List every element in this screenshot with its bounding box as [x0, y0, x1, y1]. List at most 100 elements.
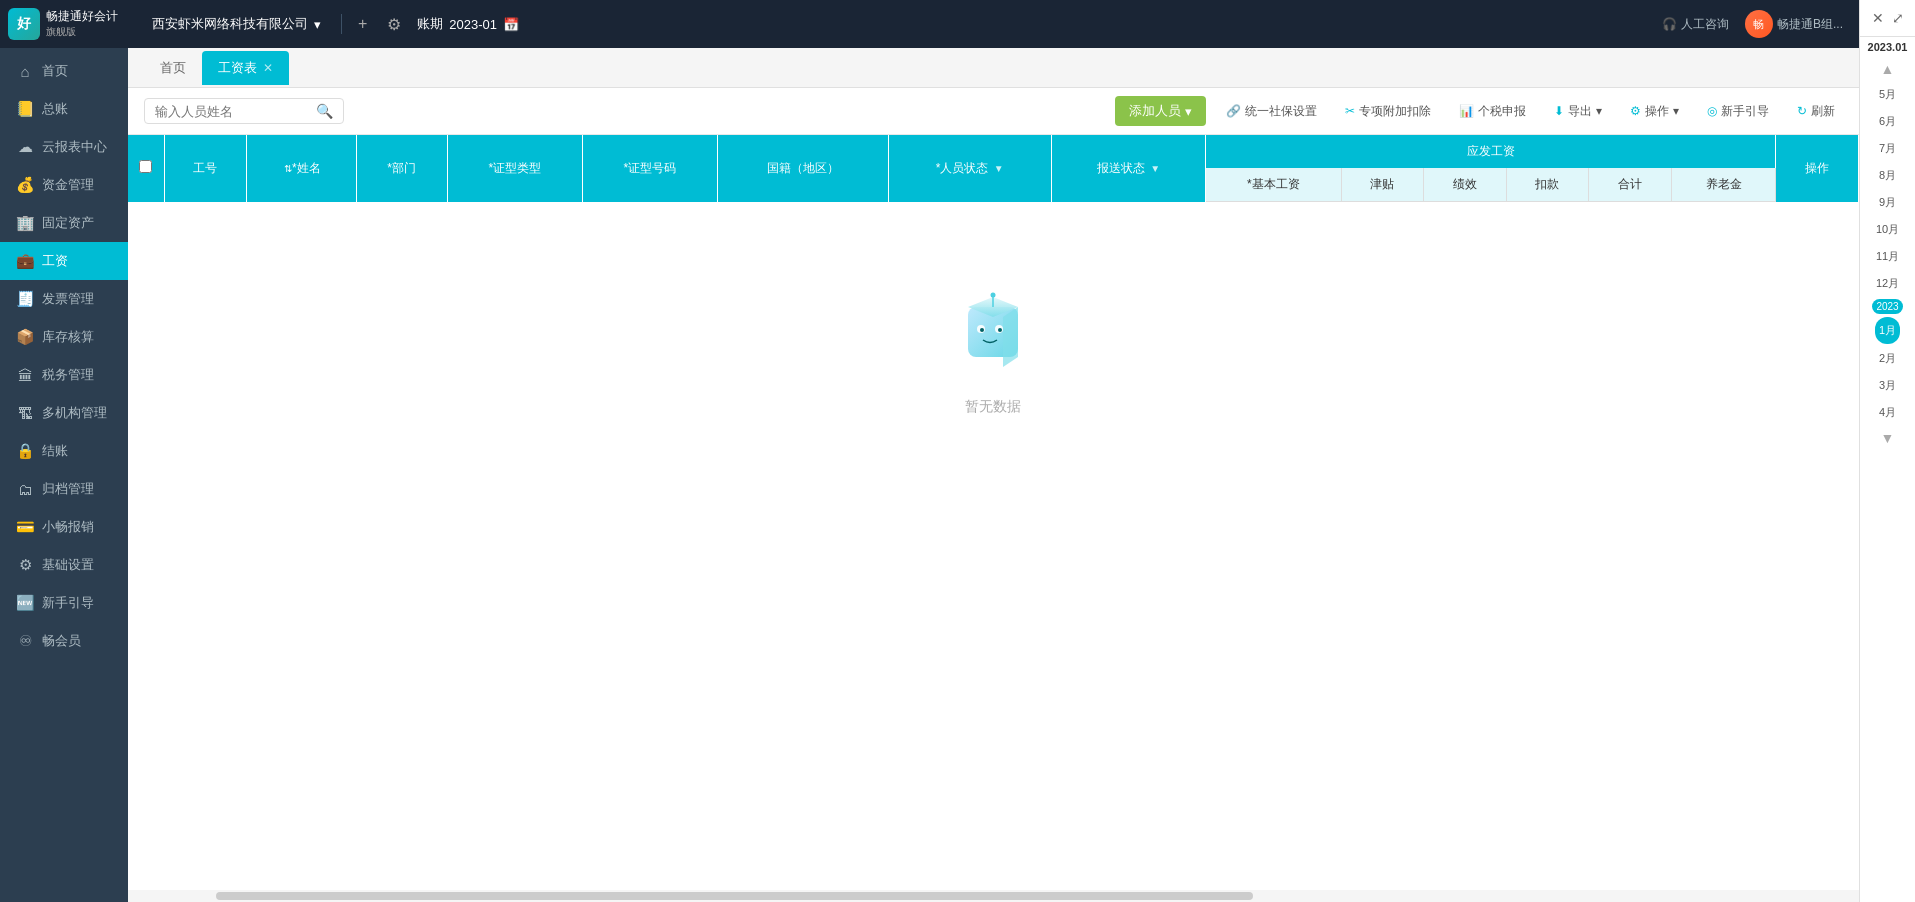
operation-dropdown-icon: ▾	[1673, 104, 1679, 118]
add-person-dropdown-icon: ▾	[1185, 104, 1192, 119]
month-6[interactable]: 6月	[1860, 108, 1915, 135]
service-label: 人工咨询	[1681, 16, 1729, 33]
horizontal-scrollbar[interactable]	[128, 890, 1859, 902]
table-header-checkbox[interactable]	[128, 135, 164, 202]
topbar-right: 🎧 人工咨询 畅 畅捷通B组...	[1662, 10, 1843, 38]
tab-payroll-close[interactable]: ✕	[263, 61, 273, 75]
period-label: 账期	[417, 15, 443, 33]
invoice-icon: 🧾	[16, 290, 34, 308]
sidebar-item-home[interactable]: ⌂ 首页	[0, 52, 128, 90]
user-profile[interactable]: 畅 畅捷通B组...	[1745, 10, 1843, 38]
operation-button[interactable]: ⚙ 操作 ▾	[1622, 99, 1687, 124]
table-subheader-pension: 养老金	[1671, 168, 1776, 202]
month-9[interactable]: 9月	[1860, 189, 1915, 216]
company-settings-button[interactable]: ⚙	[383, 11, 405, 38]
empty-text: 暂无数据	[965, 398, 1021, 416]
right-panel-close-button[interactable]: ✕	[1870, 8, 1886, 28]
archive-icon: 🗂	[16, 481, 34, 498]
right-panel-expand-button[interactable]: ⤢	[1890, 8, 1906, 28]
sidebar-item-assets-label: 固定资产	[42, 214, 94, 232]
operation-label: 操作	[1645, 103, 1669, 120]
submit-filter-icon[interactable]: ▼	[1150, 163, 1160, 174]
sidebar-item-multi-org[interactable]: 🏗 多机构管理	[0, 394, 128, 432]
sidebar-item-inventory-label: 库存核算	[42, 328, 94, 346]
month-5[interactable]: 5月	[1860, 81, 1915, 108]
sidebar-item-funds[interactable]: 💰 资金管理	[0, 166, 128, 204]
sidebar-item-ledger[interactable]: 📒 总账	[0, 90, 128, 128]
account-period: 账期 2023-01 📅	[417, 15, 519, 33]
month-12[interactable]: 12月	[1860, 270, 1915, 297]
sidebar-item-expense-label: 小畅报销	[42, 518, 94, 536]
table-header-payable: 应发工资	[1206, 135, 1776, 168]
month-3[interactable]: 3月	[1860, 372, 1915, 399]
user-avatar: 畅	[1745, 10, 1773, 38]
deduction-icon: ✂	[1345, 104, 1355, 118]
svg-point-8	[991, 293, 996, 298]
sidebar-item-invoice-label: 发票管理	[42, 290, 94, 308]
month-4[interactable]: 4月	[1860, 399, 1915, 426]
table-subheader-allowance: 津贴	[1341, 168, 1424, 202]
export-button[interactable]: ⬇ 导出 ▾	[1546, 99, 1610, 124]
svg-point-6	[998, 328, 1002, 332]
tab-payroll[interactable]: 工资表 ✕	[202, 51, 289, 85]
current-period-label: 2023.01	[1860, 37, 1915, 57]
tax-declaration-button[interactable]: 📊 个税申报	[1451, 99, 1534, 124]
sidebar-item-payroll[interactable]: 💼 工资	[0, 242, 128, 280]
sidebar-item-settings[interactable]: ⚙ 基础设置	[0, 546, 128, 584]
tab-home[interactable]: 首页	[144, 51, 202, 85]
sidebar-item-invoice[interactable]: 🧾 发票管理	[0, 280, 128, 318]
table-header-operation: 操作	[1776, 135, 1859, 202]
social-icon: 🔗	[1226, 104, 1241, 118]
sidebar-item-assets[interactable]: 🏢 固定资产	[0, 204, 128, 242]
period-calendar-icon[interactable]: 📅	[503, 17, 519, 32]
sidebar-item-archive[interactable]: 🗂 归档管理	[0, 470, 128, 508]
search-input[interactable]	[155, 104, 310, 119]
export-dropdown-icon: ▾	[1596, 104, 1602, 118]
inventory-icon: 📦	[16, 328, 34, 346]
sidebar-item-member[interactable]: ♾ 畅会员	[0, 622, 128, 660]
social-insurance-button[interactable]: 🔗 统一社保设置	[1218, 99, 1325, 124]
home-icon: ⌂	[16, 63, 34, 80]
sidebar-item-inventory[interactable]: 📦 库存核算	[0, 318, 128, 356]
table-subheader-performance: 绩效	[1424, 168, 1507, 202]
table-subheader-deduction: 扣款	[1506, 168, 1589, 202]
month-2[interactable]: 2月	[1860, 345, 1915, 372]
report-icon: ☁	[16, 138, 34, 156]
content-toolbar: 🔍 添加人员 ▾ 🔗 统一社保设置 ✂ 专项附加扣除 📊 个税申报	[128, 88, 1859, 135]
sidebar-item-report-label: 云报表中心	[42, 138, 107, 156]
special-deduction-button[interactable]: ✂ 专项附加扣除	[1337, 99, 1439, 124]
year-2023-badge: 2023	[1872, 299, 1902, 314]
ledger-icon: 📒	[16, 100, 34, 118]
sidebar-item-guide[interactable]: 🆕 新手引导	[0, 584, 128, 622]
sidebar-nav: ⌂ 首页 📒 总账 ☁ 云报表中心 💰 资金管理 🏢 固定资产 💼 工资 🧾 发…	[0, 48, 128, 902]
select-all-checkbox[interactable]	[139, 160, 152, 173]
operation-icon: ⚙	[1630, 104, 1641, 118]
sidebar-item-funds-label: 资金管理	[42, 176, 94, 194]
search-icon[interactable]: 🔍	[316, 103, 333, 119]
add-person-button[interactable]: 添加人员 ▾	[1115, 96, 1206, 126]
svg-marker-2	[1003, 307, 1018, 367]
company-selector[interactable]: 西安虾米网络科技有限公司 ▾	[144, 11, 329, 37]
month-1-active[interactable]: 1月	[1875, 317, 1900, 344]
funds-icon: 💰	[16, 176, 34, 194]
settings-icon: ⚙	[16, 556, 34, 574]
table-header-status: *人员状态 ▼	[888, 135, 1051, 202]
close-period-icon: 🔒	[16, 442, 34, 460]
add-company-button[interactable]: +	[354, 11, 371, 37]
guide-button[interactable]: ◎ 新手引导	[1699, 99, 1777, 124]
month-7[interactable]: 7月	[1860, 135, 1915, 162]
month-8[interactable]: 8月	[1860, 162, 1915, 189]
sidebar-item-expense[interactable]: 💳 小畅报销	[0, 508, 128, 546]
refresh-button[interactable]: ↻ 刷新	[1789, 99, 1843, 124]
app-title: 畅捷通好会计	[46, 9, 118, 25]
human-service-button[interactable]: 🎧 人工咨询	[1662, 16, 1729, 33]
sidebar-item-report[interactable]: ☁ 云报表中心	[0, 128, 128, 166]
month-11[interactable]: 11月	[1860, 243, 1915, 270]
sidebar-item-tax[interactable]: 🏛 税务管理	[0, 356, 128, 394]
scrollbar-thumb[interactable]	[216, 892, 1252, 900]
sidebar-item-close[interactable]: 🔒 结账	[0, 432, 128, 470]
scroll-down-arrow[interactable]: ▼	[1877, 426, 1899, 450]
status-filter-icon[interactable]: ▼	[994, 163, 1004, 174]
scroll-up-arrow[interactable]: ▲	[1877, 57, 1899, 81]
month-10[interactable]: 10月	[1860, 216, 1915, 243]
